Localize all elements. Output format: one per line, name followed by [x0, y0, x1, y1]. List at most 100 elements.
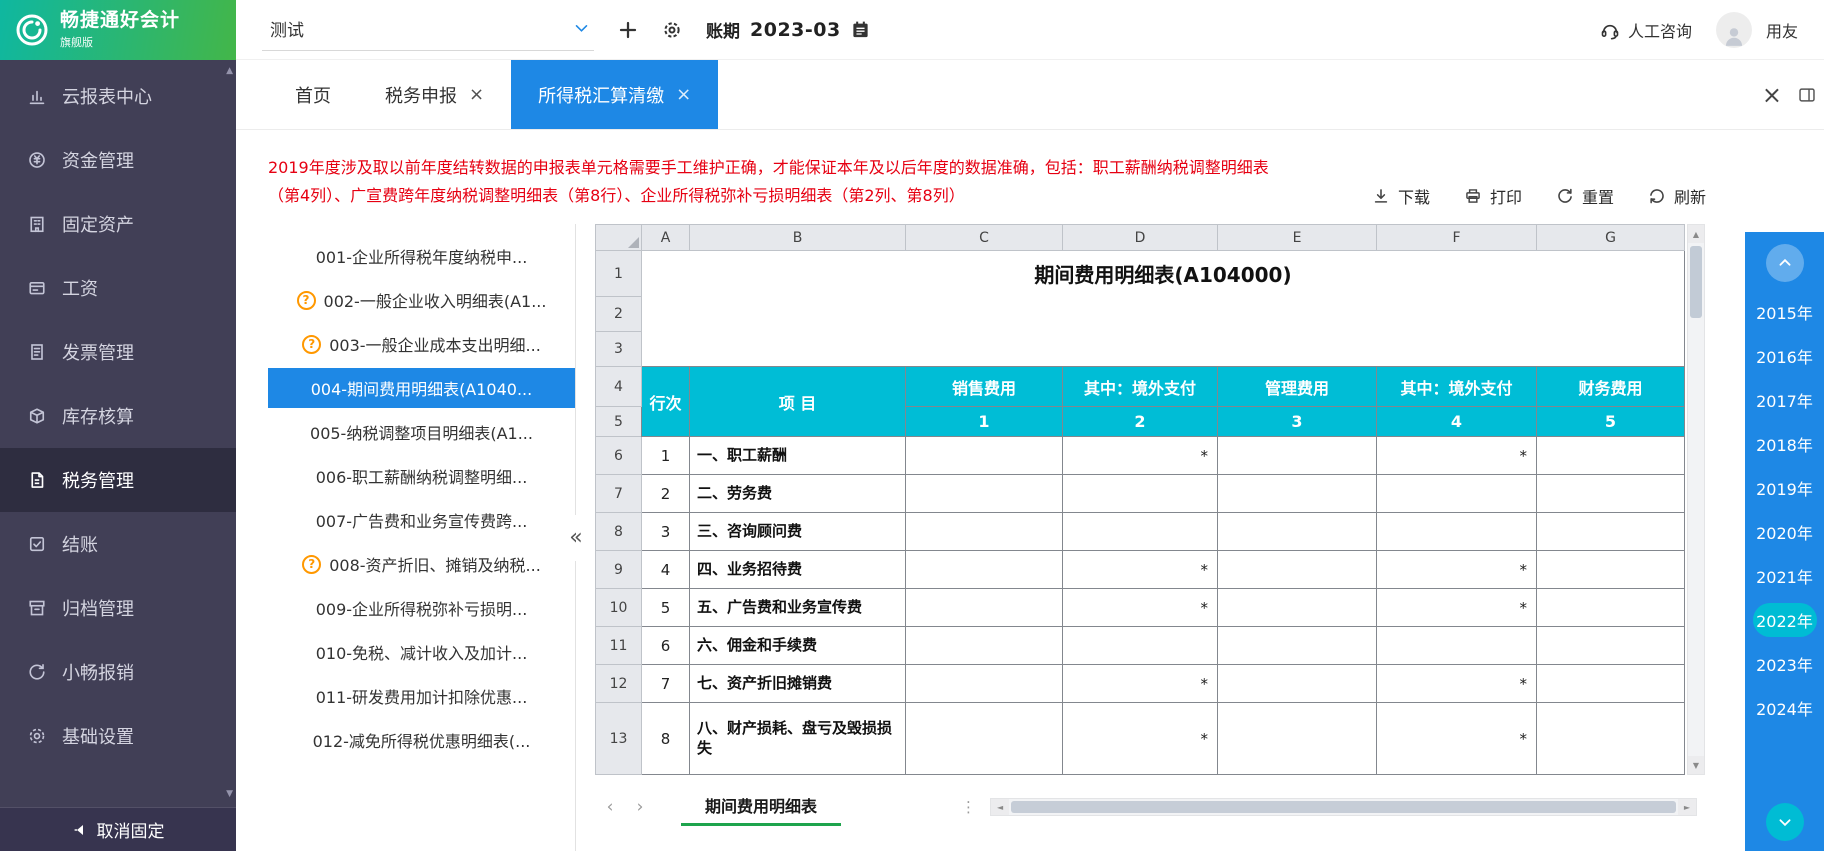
cell[interactable]: [1217, 550, 1377, 589]
cell[interactable]: [1376, 626, 1537, 665]
sidebar-scroll-up-icon[interactable]: ▲: [226, 66, 233, 76]
cell-rowno[interactable]: 7: [641, 664, 690, 703]
column-letter[interactable]: B: [689, 224, 906, 251]
cell-item[interactable]: 二、劳务费: [689, 474, 906, 513]
report-list-item-selected[interactable]: 004-期间费用明细表(A1040...: [268, 368, 575, 408]
next-sheet-icon[interactable]: ›: [625, 797, 655, 817]
year-item[interactable]: 2018年: [1745, 422, 1824, 466]
header-cell[interactable]: 2: [1062, 406, 1218, 437]
row-number[interactable]: 11: [595, 626, 642, 665]
column-letter[interactable]: E: [1217, 224, 1377, 251]
sidebar-item-cloud-report[interactable]: 云报表中心: [0, 64, 236, 128]
cell[interactable]: [1536, 664, 1685, 703]
header-cell[interactable]: 其中：境外支付: [1376, 366, 1537, 407]
sidebar-item-fixed-assets[interactable]: 固定资产: [0, 192, 236, 256]
year-item[interactable]: 2023年: [1745, 642, 1824, 686]
sidebar-item-inventory[interactable]: 库存核算: [0, 384, 236, 448]
download-button[interactable]: 下载: [1372, 184, 1430, 208]
cell-rowno[interactable]: 5: [641, 588, 690, 627]
refresh-button[interactable]: 刷新: [1648, 184, 1706, 208]
row-number[interactable]: 10: [595, 588, 642, 627]
cell[interactable]: [1536, 626, 1685, 665]
report-list-item[interactable]: 010-免税、减计收入及加计...: [268, 632, 575, 672]
report-list-item[interactable]: ? 008-资产折旧、摊销及纳税...: [268, 544, 575, 584]
cell[interactable]: [1536, 474, 1685, 513]
cell-rowno[interactable]: 1: [641, 436, 690, 475]
cell-item[interactable]: 三、咨询顾问费: [689, 512, 906, 551]
row-number[interactable]: 9: [595, 550, 642, 589]
year-item[interactable]: 2015年: [1745, 290, 1824, 334]
cell[interactable]: [1217, 512, 1377, 551]
avatar[interactable]: [1715, 11, 1752, 48]
cell-item[interactable]: 一、职工薪酬: [689, 436, 906, 475]
cell[interactable]: [1536, 512, 1685, 551]
sidebar-item-invoice[interactable]: 发票管理: [0, 320, 236, 384]
scroll-down-icon[interactable]: ▼: [1688, 756, 1704, 774]
sheet-title[interactable]: 期间费用明细表(A104000): [641, 250, 1685, 297]
cell[interactable]: [1062, 512, 1218, 551]
column-letter[interactable]: G: [1536, 224, 1685, 251]
cell[interactable]: [1062, 626, 1218, 665]
row-number[interactable]: 1: [595, 250, 642, 297]
cell[interactable]: [1217, 626, 1377, 665]
year-item[interactable]: 2020年: [1745, 510, 1824, 554]
prev-sheet-icon[interactable]: ‹: [595, 797, 625, 817]
sidebar-scroll-down-icon[interactable]: ▼: [226, 789, 233, 799]
header-cell[interactable]: 5: [1536, 406, 1685, 437]
year-item-active[interactable]: 2022年: [1752, 603, 1817, 637]
cell-rowno[interactable]: 6: [641, 626, 690, 665]
cell[interactable]: [905, 512, 1063, 551]
report-list-item[interactable]: 001-企业所得税年度纳税申...: [268, 236, 575, 276]
column-letter[interactable]: C: [905, 224, 1063, 251]
reset-button[interactable]: 重置: [1556, 184, 1614, 208]
row-number[interactable]: 12: [595, 664, 642, 703]
header-cell[interactable]: 4: [1376, 406, 1537, 437]
cell[interactable]: [1376, 512, 1537, 551]
sheet-more-icon[interactable]: ⋮: [961, 798, 976, 816]
header-cell[interactable]: 其中：境外支付: [1062, 366, 1218, 407]
cell[interactable]: [1536, 550, 1685, 589]
cell[interactable]: *: [1062, 550, 1218, 589]
cell[interactable]: [905, 436, 1063, 475]
report-list-item[interactable]: ? 003-一般企业成本支出明细...: [268, 324, 575, 364]
header-cell[interactable]: 行次: [641, 366, 690, 437]
sidebar-item-closing[interactable]: 结账: [0, 512, 236, 576]
cell[interactable]: [1376, 474, 1537, 513]
cell[interactable]: *: [1062, 436, 1218, 475]
cell[interactable]: *: [1376, 702, 1537, 775]
cell[interactable]: *: [1062, 664, 1218, 703]
cell[interactable]: [1217, 664, 1377, 703]
horizontal-scroll-thumb[interactable]: [1011, 801, 1676, 813]
close-panel-icon[interactable]: ×: [1762, 83, 1782, 107]
year-item[interactable]: 2019年: [1745, 466, 1824, 510]
cell-item[interactable]: 五、广告费和业务宣传费: [689, 588, 906, 627]
report-list-item[interactable]: 007-广告费和业务宣传费跨...: [268, 500, 575, 540]
sidebar-item-salary[interactable]: 工资: [0, 256, 236, 320]
username[interactable]: 用友: [1766, 18, 1798, 42]
year-item[interactable]: 2021年: [1745, 554, 1824, 598]
report-list-item[interactable]: 011-研发费用加计扣除优惠...: [268, 676, 575, 716]
year-item[interactable]: 2017年: [1745, 378, 1824, 422]
print-button[interactable]: 打印: [1464, 184, 1522, 208]
tab-home[interactable]: 首页: [268, 60, 358, 129]
close-icon[interactable]: ×: [469, 85, 484, 104]
cell[interactable]: [1536, 702, 1685, 775]
cell[interactable]: *: [1376, 436, 1537, 475]
header-cell[interactable]: 管理费用: [1217, 366, 1377, 407]
sidebar-item-settings[interactable]: 基础设置: [0, 704, 236, 768]
cell[interactable]: [1536, 436, 1685, 475]
support-button[interactable]: 人工咨询: [1600, 18, 1692, 42]
cell-item[interactable]: 八、财产损耗、盘亏及毁损损失: [689, 702, 906, 775]
accounting-period[interactable]: 账期 2023-03: [706, 17, 870, 42]
year-scroll-down-button[interactable]: [1765, 803, 1804, 841]
horizontal-scrollbar[interactable]: ◄ ►: [990, 798, 1697, 816]
report-list-item[interactable]: 006-职工薪酬纳税调整明细...: [268, 456, 575, 496]
cell[interactable]: *: [1062, 588, 1218, 627]
header-cell[interactable]: 3: [1217, 406, 1377, 437]
row-number[interactable]: 13: [595, 702, 642, 775]
row-number[interactable]: 2: [595, 296, 642, 332]
cell-item[interactable]: 七、资产折旧摊销费: [689, 664, 906, 703]
sidebar-item-archive[interactable]: 归档管理: [0, 576, 236, 640]
year-scroll-up-button[interactable]: [1765, 244, 1804, 282]
cell[interactable]: [1536, 588, 1685, 627]
